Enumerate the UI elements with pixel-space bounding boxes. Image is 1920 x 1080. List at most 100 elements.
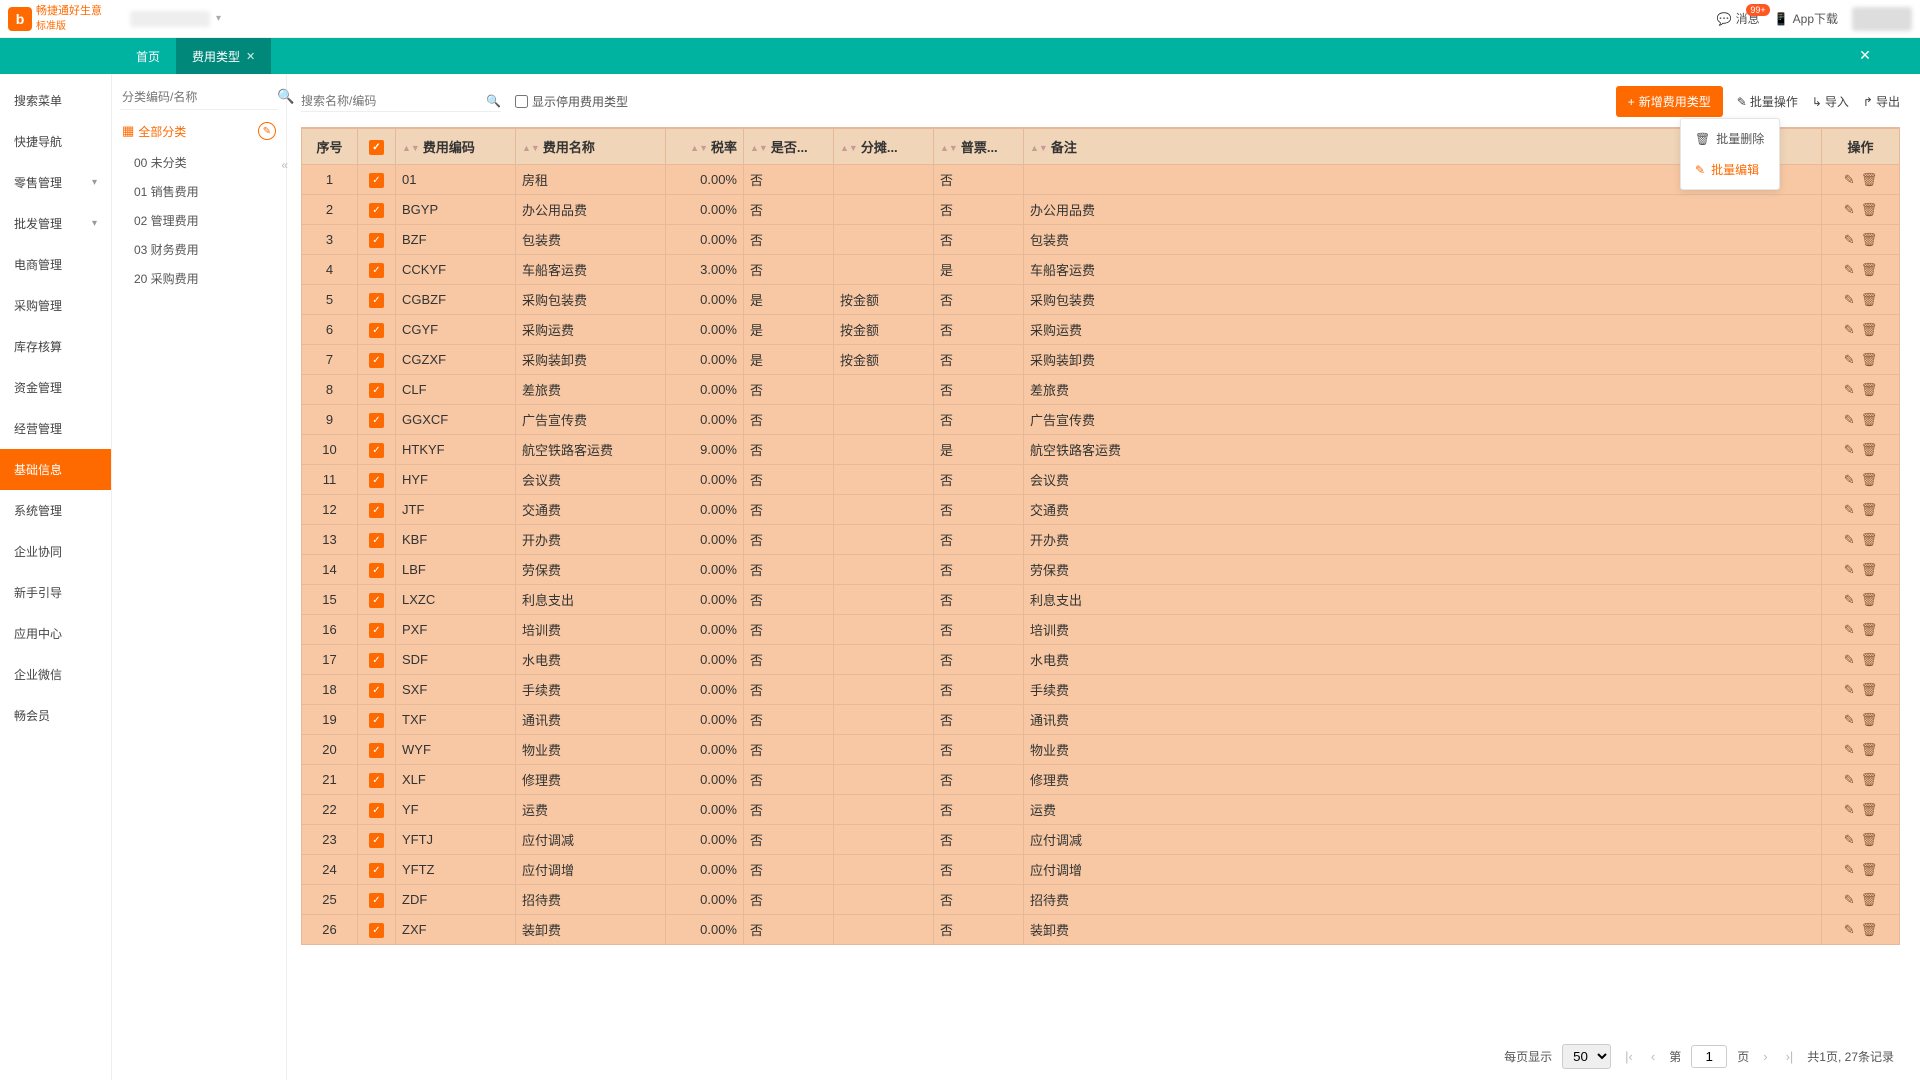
checkbox-icon[interactable]: ✓ — [369, 833, 384, 848]
cell-checkbox[interactable]: ✓ — [358, 345, 396, 375]
checkbox-icon[interactable]: ✓ — [369, 323, 384, 338]
checkbox-icon[interactable]: ✓ — [369, 353, 384, 368]
checkbox-icon[interactable]: ✓ — [369, 743, 384, 758]
table-row[interactable]: 23✓YFTJ应付调减0.00%否否应付调减✎🗑 — [302, 825, 1900, 855]
sidebar-item[interactable]: 企业微信 — [0, 654, 111, 695]
trash-icon[interactable]: 🗑 — [1861, 742, 1878, 757]
edit-icon[interactable]: ✎ — [1844, 442, 1855, 457]
table-row[interactable]: 3✓BZF包装费0.00%否否包装费✎🗑 — [302, 225, 1900, 255]
edit-icon[interactable]: ✎ — [1844, 352, 1855, 367]
table-search[interactable]: 🔍 — [301, 91, 501, 112]
table-row[interactable]: 1✓01房租0.00%否否✎🗑 — [302, 165, 1900, 195]
tab-home[interactable]: 首页 — [120, 38, 176, 74]
cell-checkbox[interactable]: ✓ — [358, 855, 396, 885]
batch-delete-item[interactable]: 🗑 批量删除 — [1681, 123, 1779, 154]
checkbox-icon[interactable]: ✓ — [369, 653, 384, 668]
edit-icon[interactable]: ✎ — [1844, 862, 1855, 877]
checkbox-icon[interactable]: ✓ — [369, 923, 384, 938]
sidebar-item[interactable]: 新手引导 — [0, 572, 111, 613]
checkbox-icon[interactable]: ✓ — [369, 503, 384, 518]
cell-checkbox[interactable]: ✓ — [358, 165, 396, 195]
table-search-input[interactable] — [301, 94, 486, 108]
trash-icon[interactable]: 🗑 — [1861, 472, 1878, 487]
trash-icon[interactable]: 🗑 — [1861, 502, 1878, 517]
sidebar-item[interactable]: 采购管理 — [0, 285, 111, 326]
trash-icon[interactable]: 🗑 — [1861, 262, 1878, 277]
cell-checkbox[interactable]: ✓ — [358, 915, 396, 945]
checkbox-icon[interactable]: ✓ — [369, 563, 384, 578]
org-dropdown[interactable]: ▾ — [122, 7, 229, 31]
category-all[interactable]: ▦ 全部分类 ✎ — [122, 122, 276, 140]
checkbox-icon[interactable]: ✓ — [369, 683, 384, 698]
last-page-button[interactable]: ›| — [1782, 1049, 1798, 1064]
edit-icon[interactable]: ✎ — [1844, 832, 1855, 847]
table-row[interactable]: 2✓BGYP办公用品费0.00%否否办公用品费✎🗑 — [302, 195, 1900, 225]
col-bool2[interactable]: ▲▼普票... — [934, 129, 1024, 165]
table-row[interactable]: 11✓HYF会议费0.00%否否会议费✎🗑 — [302, 465, 1900, 495]
trash-icon[interactable]: 🗑 — [1861, 352, 1878, 367]
checkbox-icon[interactable]: ✓ — [369, 533, 384, 548]
edit-icon[interactable]: ✎ — [1844, 232, 1855, 247]
table-row[interactable]: 14✓LBF劳保费0.00%否否劳保费✎🗑 — [302, 555, 1900, 585]
per-page-select[interactable]: 50 — [1562, 1044, 1611, 1069]
cell-checkbox[interactable]: ✓ — [358, 615, 396, 645]
table-row[interactable]: 5✓CGBZF采购包装费0.00%是按金额否采购包装费✎🗑 — [302, 285, 1900, 315]
sidebar-item[interactable]: 企业协同 — [0, 531, 111, 572]
prev-page-button[interactable]: ‹ — [1647, 1049, 1659, 1064]
table-row[interactable]: 12✓JTF交通费0.00%否否交通费✎🗑 — [302, 495, 1900, 525]
edit-icon[interactable]: ✎ — [1844, 472, 1855, 487]
col-bool1[interactable]: ▲▼是否... — [744, 129, 834, 165]
trash-icon[interactable]: 🗑 — [1861, 322, 1878, 337]
edit-icon[interactable]: ✎ — [1844, 502, 1855, 517]
table-row[interactable]: 6✓CGYF采购运费0.00%是按金额否采购运费✎🗑 — [302, 315, 1900, 345]
edit-icon[interactable]: ✎ — [1844, 682, 1855, 697]
trash-icon[interactable]: 🗑 — [1861, 202, 1878, 217]
table-row[interactable]: 24✓YFTZ应付调增0.00%否否应付调增✎🗑 — [302, 855, 1900, 885]
page-input[interactable] — [1691, 1045, 1727, 1068]
edit-icon[interactable]: ✎ — [1844, 202, 1855, 217]
cell-checkbox[interactable]: ✓ — [358, 735, 396, 765]
edit-icon[interactable]: ✎ — [1844, 262, 1855, 277]
table-row[interactable]: 22✓YF运费0.00%否否运费✎🗑 — [302, 795, 1900, 825]
col-select-all[interactable]: ✓ — [358, 129, 396, 165]
category-item[interactable]: 01 销售费用 — [130, 177, 278, 206]
sidebar-item[interactable]: 应用中心 — [0, 613, 111, 654]
trash-icon[interactable]: 🗑 — [1861, 772, 1878, 787]
trash-icon[interactable]: 🗑 — [1861, 832, 1878, 847]
new-fee-type-button[interactable]: + 新增费用类型 — [1616, 86, 1723, 117]
cell-checkbox[interactable]: ✓ — [358, 795, 396, 825]
trash-icon[interactable]: 🗑 — [1861, 892, 1878, 907]
edit-icon[interactable]: ✎ — [1844, 382, 1855, 397]
checkbox-icon[interactable]: ✓ — [369, 383, 384, 398]
col-name[interactable]: ▲▼费用名称 — [516, 129, 666, 165]
table-row[interactable]: 4✓CCKYF车船客运费3.00%否是车船客运费✎🗑 — [302, 255, 1900, 285]
edit-icon[interactable]: ✎ — [1844, 532, 1855, 547]
edit-icon[interactable]: ✎ — [1844, 562, 1855, 577]
trash-icon[interactable]: 🗑 — [1861, 862, 1878, 877]
edit-icon[interactable]: ✎ — [1844, 592, 1855, 607]
checkbox-icon[interactable]: ✓ — [369, 233, 384, 248]
trash-icon[interactable]: 🗑 — [1861, 382, 1878, 397]
table-row[interactable]: 20✓WYF物业费0.00%否否物业费✎🗑 — [302, 735, 1900, 765]
trash-icon[interactable]: 🗑 — [1861, 412, 1878, 427]
checkbox-icon[interactable]: ✓ — [369, 593, 384, 608]
sidebar-item[interactable]: 畅会员 — [0, 695, 111, 736]
batch-edit-item[interactable]: ✎ 批量编辑 — [1681, 154, 1779, 185]
next-page-button[interactable]: › — [1759, 1049, 1771, 1064]
table-row[interactable]: 26✓ZXF装卸费0.00%否否装卸费✎🗑 — [302, 915, 1900, 945]
trash-icon[interactable]: 🗑 — [1861, 802, 1878, 817]
table-row[interactable]: 7✓CGZXF采购装卸费0.00%是按金额否采购装卸费✎🗑 — [302, 345, 1900, 375]
sidebar-item[interactable]: 搜索菜单 — [0, 80, 111, 121]
checkbox-icon[interactable]: ✓ — [369, 140, 384, 155]
messages-button[interactable]: 💬 消息 99+ — [1717, 10, 1760, 27]
table-row[interactable]: 9✓GGXCF广告宣传费0.00%否否广告宣传费✎🗑 — [302, 405, 1900, 435]
trash-icon[interactable]: 🗑 — [1861, 442, 1878, 457]
trash-icon[interactable]: 🗑 — [1861, 712, 1878, 727]
edit-icon[interactable]: ✎ — [1844, 172, 1855, 187]
cell-checkbox[interactable]: ✓ — [358, 885, 396, 915]
cell-checkbox[interactable]: ✓ — [358, 255, 396, 285]
trash-icon[interactable]: 🗑 — [1861, 292, 1878, 307]
col-code[interactable]: ▲▼费用编码 — [396, 129, 516, 165]
checkbox-icon[interactable]: ✓ — [369, 803, 384, 818]
cell-checkbox[interactable]: ✓ — [358, 375, 396, 405]
